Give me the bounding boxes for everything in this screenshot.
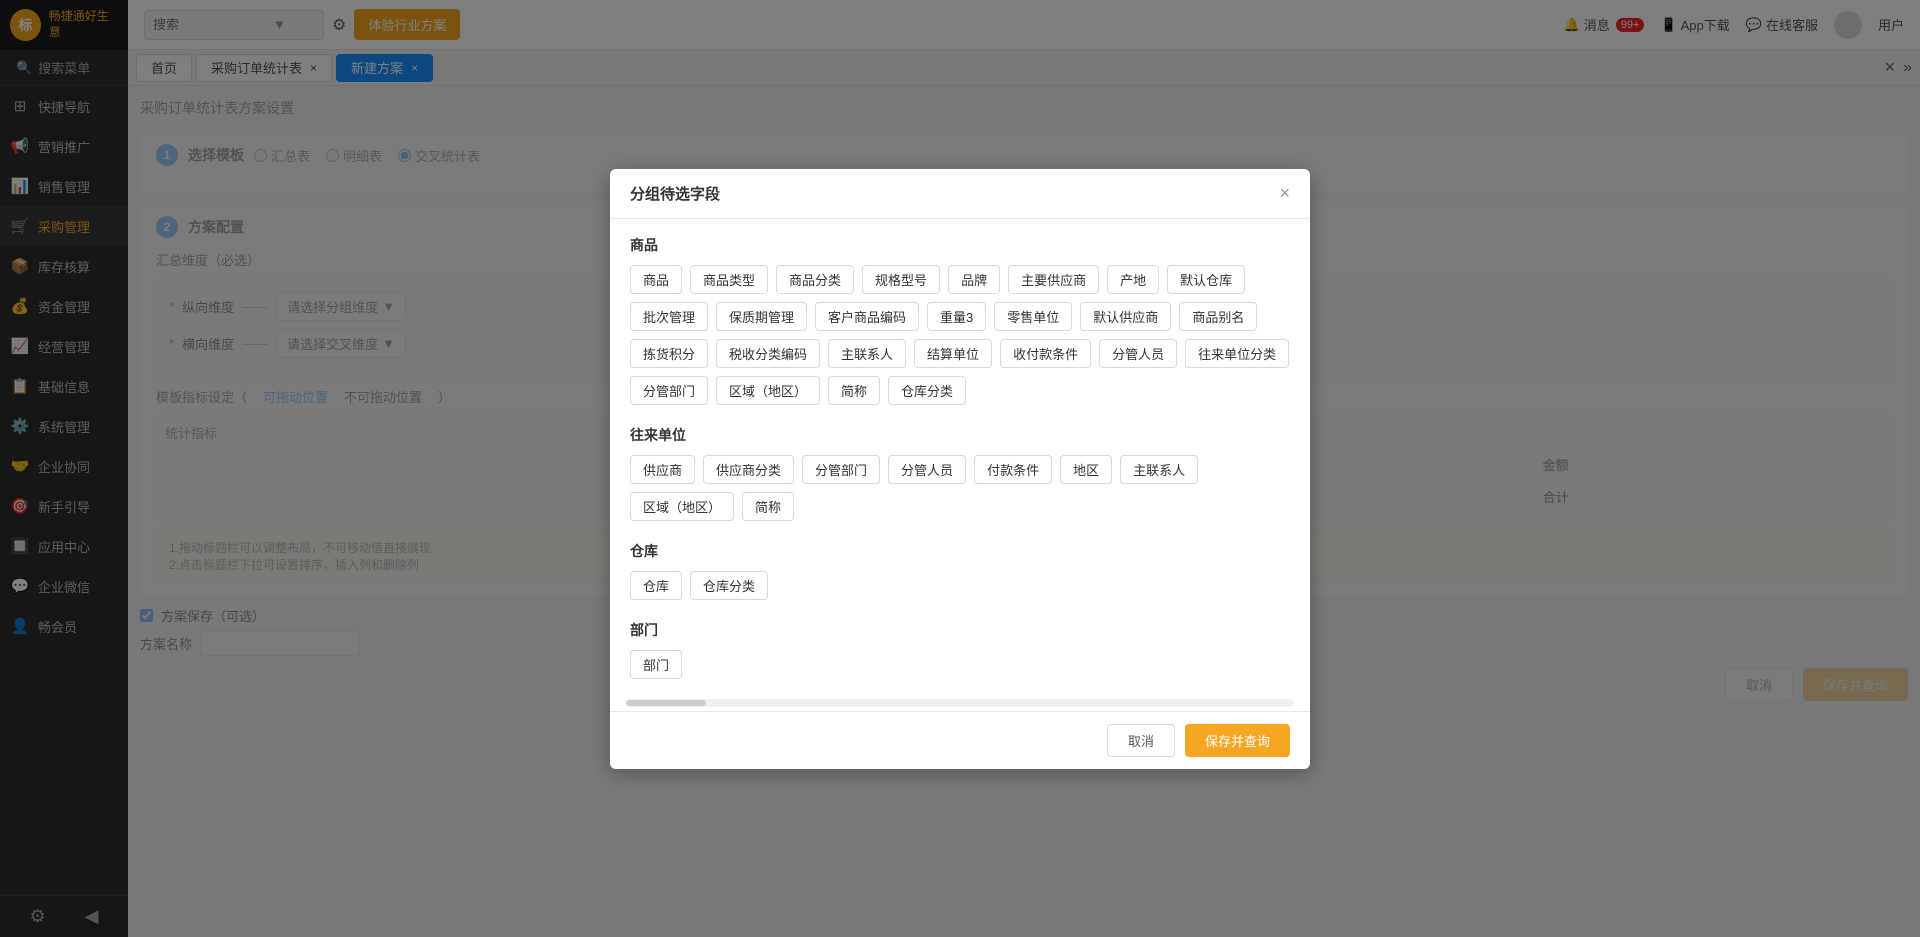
modal-footer: 取消 保存并查询: [610, 711, 1310, 769]
field-short-name[interactable]: 简称: [828, 376, 880, 405]
field-tax-code[interactable]: 税收分类编码: [716, 339, 820, 368]
field-pick-score[interactable]: 拣货积分: [630, 339, 708, 368]
field-customer-code[interactable]: 客户商品编码: [815, 302, 919, 331]
field-short-name2[interactable]: 简称: [742, 492, 794, 521]
dept-field-grid: 部门: [630, 650, 1290, 679]
section-product: 商品 商品 商品类型 商品分类 规格型号 品牌 主要供应商 产地 默认仓库 批次…: [630, 235, 1290, 405]
field-supplier[interactable]: 供应商: [630, 455, 695, 484]
field-warehouse-category[interactable]: 仓库分类: [690, 571, 768, 600]
field-product-alias[interactable]: 商品别名: [1179, 302, 1257, 331]
field-settlement-unit[interactable]: 结算单位: [914, 339, 992, 368]
field-department[interactable]: 部门: [630, 650, 682, 679]
section-warehouse-title: 仓库: [630, 541, 1290, 561]
section-partner-title: 往来单位: [630, 425, 1290, 445]
field-dept-mgmt[interactable]: 分管部门: [802, 455, 880, 484]
field-contact2[interactable]: 主联系人: [1120, 455, 1198, 484]
field-person-mgmt[interactable]: 分管人员: [888, 455, 966, 484]
field-supplier-cat[interactable]: 供应商分类: [703, 455, 794, 484]
section-dept-title: 部门: [630, 620, 1290, 640]
field-weight3[interactable]: 重量3: [927, 302, 986, 331]
hscroll-thumb[interactable]: [626, 700, 706, 706]
field-expiry-mgmt[interactable]: 保质期管理: [716, 302, 807, 331]
field-payment-cond[interactable]: 付款条件: [974, 455, 1052, 484]
section-product-title: 商品: [630, 235, 1290, 255]
modal-hscroll: [610, 695, 1310, 711]
field-mgmt-dept[interactable]: 分管部门: [630, 376, 708, 405]
field-payment-terms[interactable]: 收付款条件: [1000, 339, 1091, 368]
field-product[interactable]: 商品: [630, 265, 682, 294]
field-warehouse-cat[interactable]: 仓库分类: [888, 376, 966, 405]
field-incoming-cat[interactable]: 往来单位分类: [1185, 339, 1289, 368]
field-warehouse[interactable]: 仓库: [630, 571, 682, 600]
section-warehouse: 仓库 仓库 仓库分类: [630, 541, 1290, 600]
field-region[interactable]: 区域（地区）: [716, 376, 820, 405]
field-main-contact[interactable]: 主联系人: [828, 339, 906, 368]
modal-close-button[interactable]: ×: [1279, 183, 1290, 204]
modal: 分组待选字段 × 商品 商品 商品类型 商品分类 规格型号 品牌 主要供应商 产…: [610, 169, 1310, 769]
field-default-warehouse[interactable]: 默认仓库: [1167, 265, 1245, 294]
field-main-supplier[interactable]: 主要供应商: [1008, 265, 1099, 294]
field-region2[interactable]: 区域（地区）: [630, 492, 734, 521]
section-dept: 部门 部门: [630, 620, 1290, 679]
modal-header: 分组待选字段 ×: [610, 169, 1310, 219]
modal-title: 分组待选字段: [630, 183, 720, 204]
modal-body: 商品 商品 商品类型 商品分类 规格型号 品牌 主要供应商 产地 默认仓库 批次…: [610, 219, 1310, 695]
field-brand[interactable]: 品牌: [948, 265, 1000, 294]
field-retail-unit[interactable]: 零售单位: [994, 302, 1072, 331]
partner-field-grid: 供应商 供应商分类 分管部门 分管人员 付款条件 地区 主联系人 区域（地区） …: [630, 455, 1290, 521]
product-field-grid: 商品 商品类型 商品分类 规格型号 品牌 主要供应商 产地 默认仓库 批次管理 …: [630, 265, 1290, 405]
field-supervisor[interactable]: 分管人员: [1099, 339, 1177, 368]
field-spec-model[interactable]: 规格型号: [862, 265, 940, 294]
field-area[interactable]: 地区: [1060, 455, 1112, 484]
warehouse-field-grid: 仓库 仓库分类: [630, 571, 1290, 600]
field-default-supplier[interactable]: 默认供应商: [1080, 302, 1171, 331]
field-product-category[interactable]: 商品分类: [776, 265, 854, 294]
section-partner: 往来单位 供应商 供应商分类 分管部门 分管人员 付款条件 地区 主联系人 区域…: [630, 425, 1290, 521]
field-origin[interactable]: 产地: [1107, 265, 1159, 294]
modal-cancel-button[interactable]: 取消: [1107, 724, 1175, 757]
field-product-type[interactable]: 商品类型: [690, 265, 768, 294]
modal-confirm-button[interactable]: 保存并查询: [1185, 724, 1290, 757]
hscroll-track[interactable]: [626, 699, 1294, 707]
field-batch-mgmt[interactable]: 批次管理: [630, 302, 708, 331]
